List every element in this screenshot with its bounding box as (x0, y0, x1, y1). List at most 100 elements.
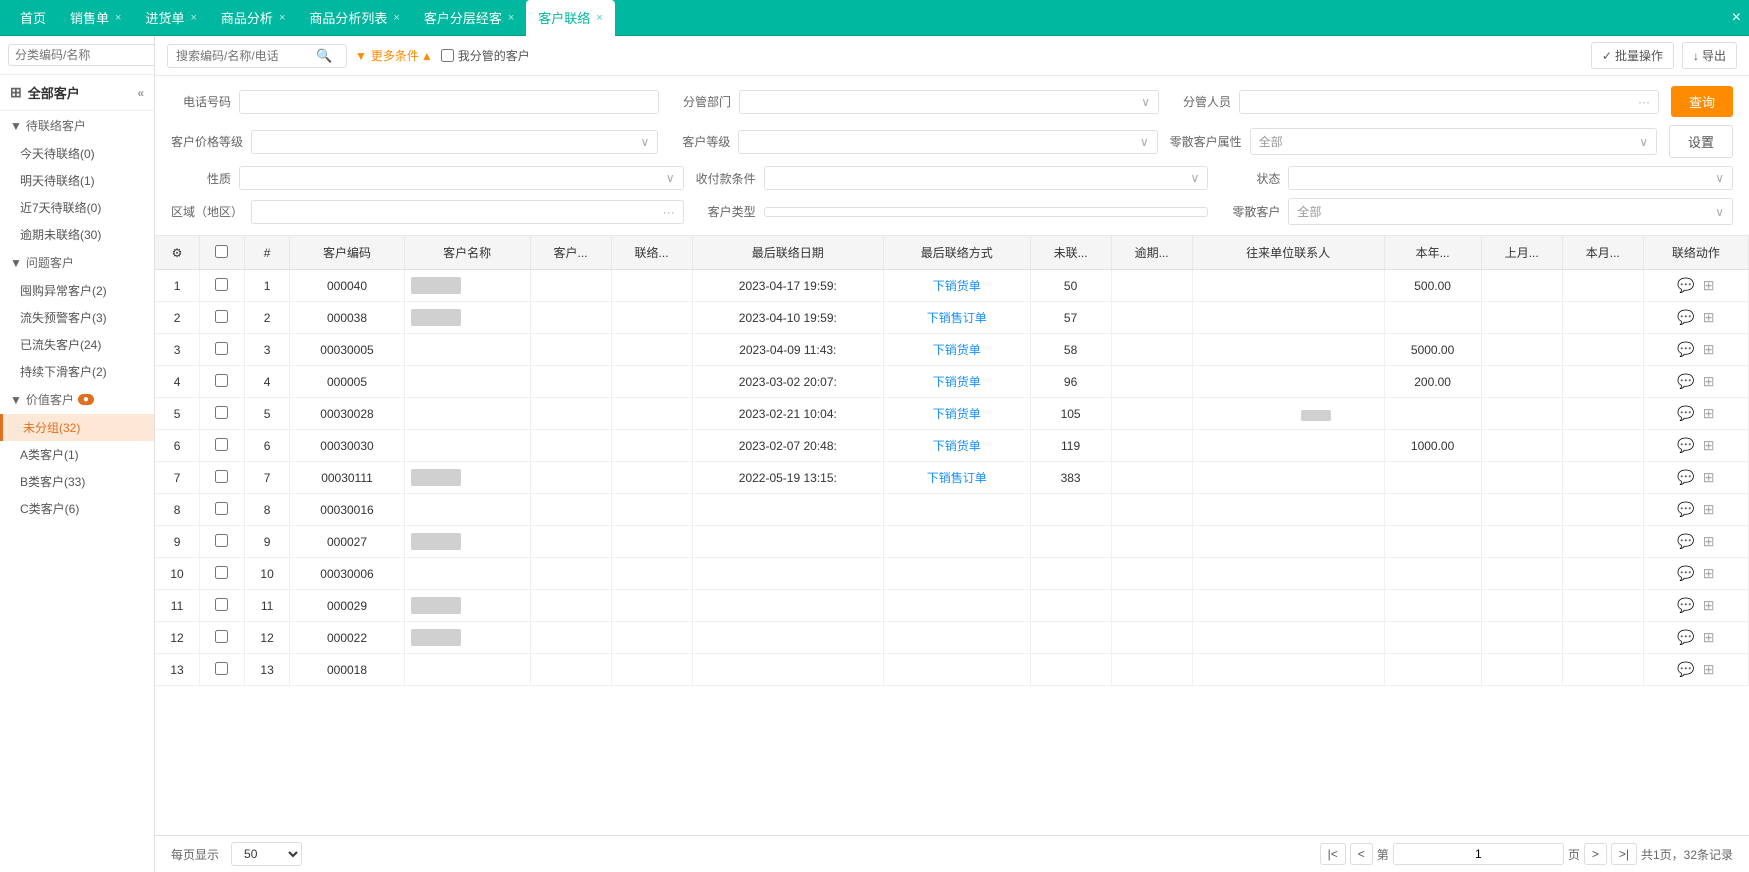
last-method-link[interactable]: 下销货单 (933, 439, 981, 453)
tab-purchase[interactable]: 进货单 × (133, 0, 208, 36)
row-checkbox[interactable] (215, 310, 228, 323)
search-icon[interactable]: 🔍 (316, 48, 332, 64)
sidebar-item-today-pending[interactable]: 今天待联络(0) (0, 140, 154, 167)
grid-action-icon[interactable]: ⊞ (1703, 309, 1715, 326)
row-checkbox[interactable] (215, 278, 228, 291)
status-select[interactable]: ∨ (1288, 166, 1733, 190)
grid-action-icon[interactable]: ⊞ (1703, 565, 1715, 582)
message-icon[interactable]: 💬 (1677, 501, 1694, 518)
reset-button[interactable]: 设置 (1669, 125, 1733, 158)
code-col-header[interactable]: 客户编码 (290, 236, 404, 270)
page-number-input[interactable] (1393, 843, 1564, 865)
grid-action-icon[interactable]: ⊞ (1703, 533, 1715, 550)
last-method-link[interactable]: 下销货单 (933, 375, 981, 389)
search-input[interactable] (176, 49, 316, 63)
my-customers-checkbox[interactable]: 我分管的客户 (441, 47, 530, 64)
gender-select[interactable]: ∨ (239, 166, 684, 190)
message-icon[interactable]: 💬 (1677, 565, 1694, 582)
last-method-link[interactable]: 下销售订单 (927, 311, 987, 325)
sidebar-item-overdue-pending[interactable]: 逾期未联络(30) (0, 221, 154, 248)
row-checkbox[interactable] (215, 630, 228, 643)
row-checkbox[interactable] (215, 374, 228, 387)
message-icon[interactable]: 💬 (1677, 341, 1694, 358)
first-page-button[interactable]: |< (1320, 843, 1346, 865)
tab-home[interactable]: 首页 (8, 0, 58, 36)
sidebar-item-churn-warning[interactable]: 流失预警客户(3) (0, 304, 154, 331)
sidebar-group-pending-title[interactable]: ▼ 待联络客户 (0, 111, 154, 140)
sidebar-item-hoarding-abnormal[interactable]: 囤购异常客户(2) (0, 277, 154, 304)
tab-customer-segment[interactable]: 客户分层经客 × (412, 0, 526, 36)
next-page-button[interactable]: > (1584, 843, 1607, 865)
message-icon[interactable]: 💬 (1677, 277, 1694, 294)
grid-action-icon[interactable]: ⊞ (1703, 405, 1715, 422)
more-conditions-button[interactable]: ▼ 更多条件 ▲ (355, 47, 433, 64)
phone-input[interactable] (239, 90, 659, 114)
region-select[interactable]: ··· (251, 200, 684, 224)
tab-analysis-list[interactable]: 商品分析列表 × (297, 0, 411, 36)
staff-select[interactable]: ··· (1239, 90, 1659, 114)
tab-analysis-list-close[interactable]: × (393, 12, 399, 24)
retail-attr-select[interactable]: 全部 ∨ (1250, 128, 1657, 155)
sidebar-item-ungrouped[interactable]: 未分组(32) (0, 414, 154, 441)
tab-analysis[interactable]: 商品分析 × (209, 0, 297, 36)
message-icon[interactable]: 💬 (1677, 533, 1694, 550)
message-icon[interactable]: 💬 (1677, 629, 1694, 646)
grid-action-icon[interactable]: ⊞ (1703, 501, 1715, 518)
row-checkbox[interactable] (215, 598, 228, 611)
dept-select[interactable]: ∨ (739, 90, 1159, 114)
batch-operation-button[interactable]: ✓ 批量操作 (1591, 42, 1674, 69)
price-level-select[interactable]: ∨ (251, 130, 658, 154)
last-page-button[interactable]: >| (1611, 843, 1637, 865)
row-checkbox[interactable] (215, 502, 228, 515)
sidebar-item-class-a[interactable]: A类客户(1) (0, 441, 154, 468)
row-checkbox[interactable] (215, 342, 228, 355)
customer-level-select[interactable]: ∨ (738, 130, 1157, 154)
grid-action-icon[interactable]: ⊞ (1703, 437, 1715, 454)
row-checkbox[interactable] (215, 406, 228, 419)
tab-customer-contact-close[interactable]: × (596, 12, 602, 24)
select-all-checkbox[interactable] (215, 245, 228, 258)
settings-col-header[interactable]: ⚙ (155, 236, 200, 270)
row-checkbox[interactable] (215, 534, 228, 547)
sidebar-group-problem-title[interactable]: ▼ 问题客户 (0, 248, 154, 277)
retail-customer-select[interactable]: 全部 ∨ (1288, 198, 1733, 225)
payment-select[interactable]: ∨ (764, 166, 1209, 190)
last-method-link[interactable]: 下销货单 (933, 407, 981, 421)
export-button[interactable]: ↓ 导出 (1682, 42, 1737, 69)
row-checkbox[interactable] (215, 566, 228, 579)
tab-customer-contact[interactable]: 客户联络 × (526, 0, 614, 36)
customer-type-select[interactable] (764, 207, 1209, 217)
tab-customer-segment-close[interactable]: × (508, 12, 514, 24)
message-icon[interactable]: 💬 (1677, 405, 1694, 422)
prev-page-button[interactable]: < (1350, 843, 1373, 865)
grid-action-icon[interactable]: ⊞ (1703, 661, 1715, 678)
grid-action-icon[interactable]: ⊞ (1703, 277, 1715, 294)
window-close-button[interactable]: × (1732, 9, 1741, 27)
check-col-header[interactable] (200, 236, 245, 270)
tab-sales-close[interactable]: × (115, 12, 121, 24)
tab-sales[interactable]: 销售单 × (58, 0, 133, 36)
page-size-select[interactable]: 50 100 200 (231, 842, 302, 866)
sidebar-item-declining[interactable]: 持续下滑客户(2) (0, 358, 154, 385)
row-checkbox[interactable] (215, 438, 228, 451)
name-col-header[interactable]: 客户名称 (404, 236, 530, 270)
message-icon[interactable]: 💬 (1677, 597, 1694, 614)
message-icon[interactable]: 💬 (1677, 437, 1694, 454)
message-icon[interactable]: 💬 (1677, 661, 1694, 678)
sidebar-group-value-title[interactable]: ▼ 价值客户 ● (0, 385, 154, 414)
sidebar-item-lost[interactable]: 已流失客户(24) (0, 331, 154, 358)
query-button[interactable]: 查询 (1671, 86, 1733, 117)
message-icon[interactable]: 💬 (1677, 309, 1694, 326)
sidebar-item-class-c[interactable]: C类客户(6) (0, 495, 154, 522)
my-customers-check[interactable] (441, 49, 454, 62)
last-method-link[interactable]: 下销售订单 (927, 471, 987, 485)
tab-analysis-close[interactable]: × (279, 12, 285, 24)
sidebar-item-class-b[interactable]: B类客户(33) (0, 468, 154, 495)
grid-action-icon[interactable]: ⊞ (1703, 629, 1715, 646)
grid-action-icon[interactable]: ⊞ (1703, 469, 1715, 486)
last-method-link[interactable]: 下销货单 (933, 279, 981, 293)
sidebar-item-tomorrow-pending[interactable]: 明天待联络(1) (0, 167, 154, 194)
message-icon[interactable]: 💬 (1677, 469, 1694, 486)
tab-purchase-close[interactable]: × (190, 12, 196, 24)
message-icon[interactable]: 💬 (1677, 373, 1694, 390)
